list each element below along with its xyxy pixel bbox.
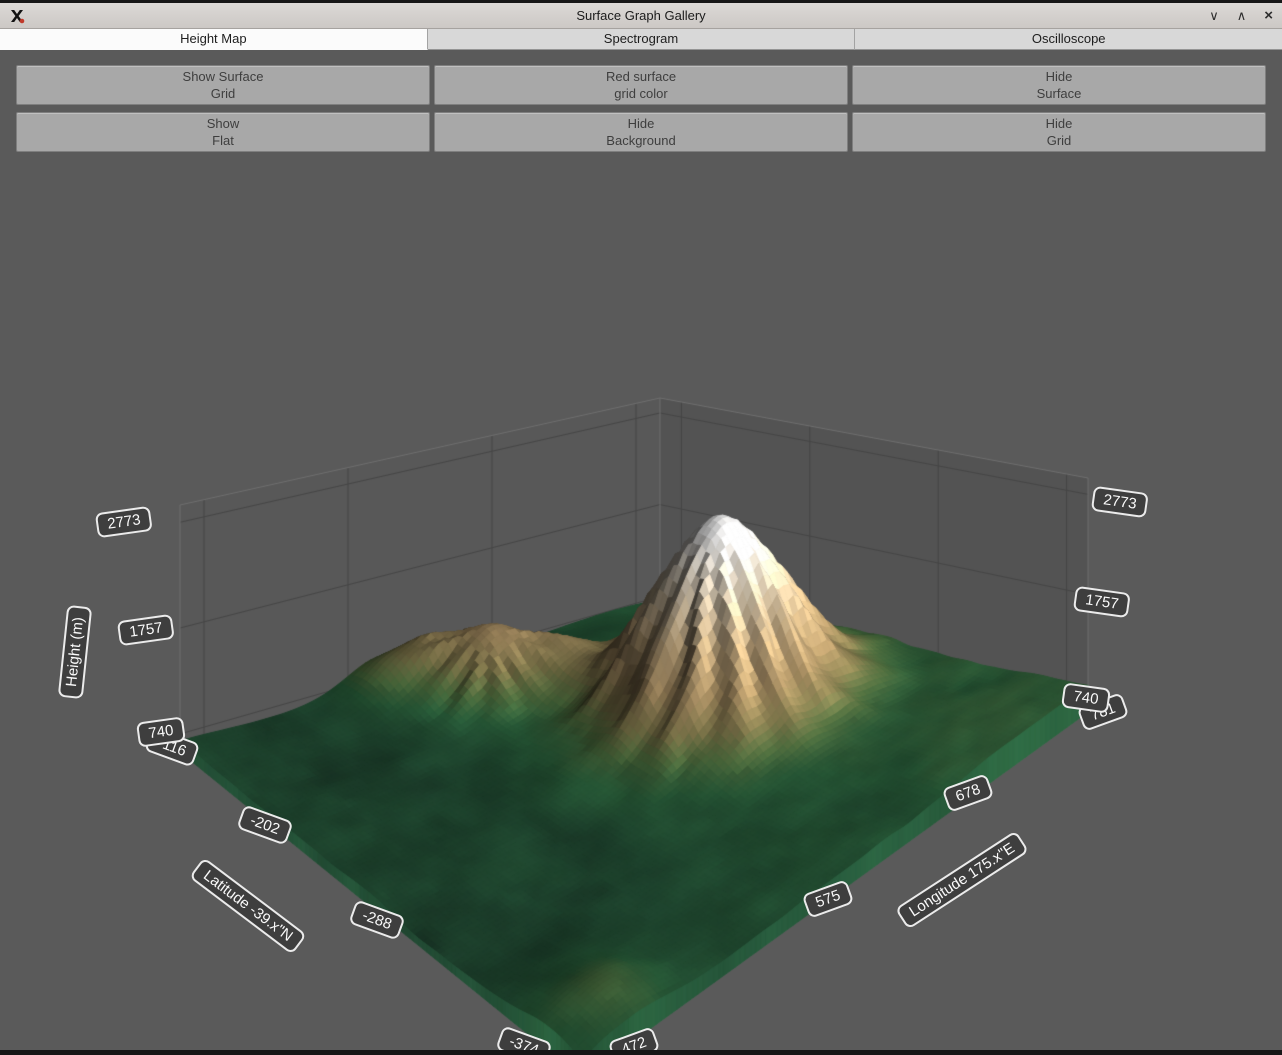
button-label-line: Show [207,115,240,132]
button-label-line: Hide [628,115,655,132]
window-title: Surface Graph Gallery [0,8,1282,23]
tab-bar: Height Map Spectrogram Oscilloscope [0,29,1282,50]
button-label-line: Flat [212,132,234,149]
button-label-line: Background [606,132,675,149]
tab-oscilloscope[interactable]: Oscilloscope [855,29,1282,50]
window-bottom-border [0,1050,1282,1055]
show-flat-button[interactable]: Show Flat [16,112,430,152]
button-label-line: Grid [211,85,236,102]
hide-surface-button[interactable]: Hide Surface [852,65,1266,105]
window-titlebar[interactable]: Surface Graph Gallery ∨ ∧ × [0,3,1282,29]
window-shade-button[interactable]: ∨ [1209,8,1219,24]
button-label-line: Red surface [606,68,676,85]
red-surface-grid-color-button[interactable]: Red surface grid color [434,65,848,105]
button-label-line: grid color [614,85,667,102]
toolbar: Show Surface Grid Red surface grid color… [0,50,1282,155]
button-label-line: Hide [1046,68,1073,85]
surface-plot-area: 781678575472-116-202-288-374277317577402… [0,155,1282,1055]
tab-spectrogram[interactable]: Spectrogram [428,29,856,50]
window-close-button[interactable]: × [1264,8,1273,24]
button-label-line: Surface [1037,85,1082,102]
window-unshade-button[interactable]: ∧ [1237,8,1247,24]
button-label-line: Hide [1046,115,1073,132]
button-label-line: Grid [1047,132,1072,149]
app-window: Surface Graph Gallery ∨ ∧ × Height Map S… [0,0,1282,1055]
hide-grid-button[interactable]: Hide Grid [852,112,1266,152]
app-icon [9,8,25,24]
tab-height-map[interactable]: Height Map [0,29,428,50]
show-surface-grid-button[interactable]: Show Surface Grid [16,65,430,105]
hide-background-button[interactable]: Hide Background [434,112,848,152]
button-label-line: Show Surface [183,68,264,85]
window-controls: ∨ ∧ × [1209,8,1273,24]
